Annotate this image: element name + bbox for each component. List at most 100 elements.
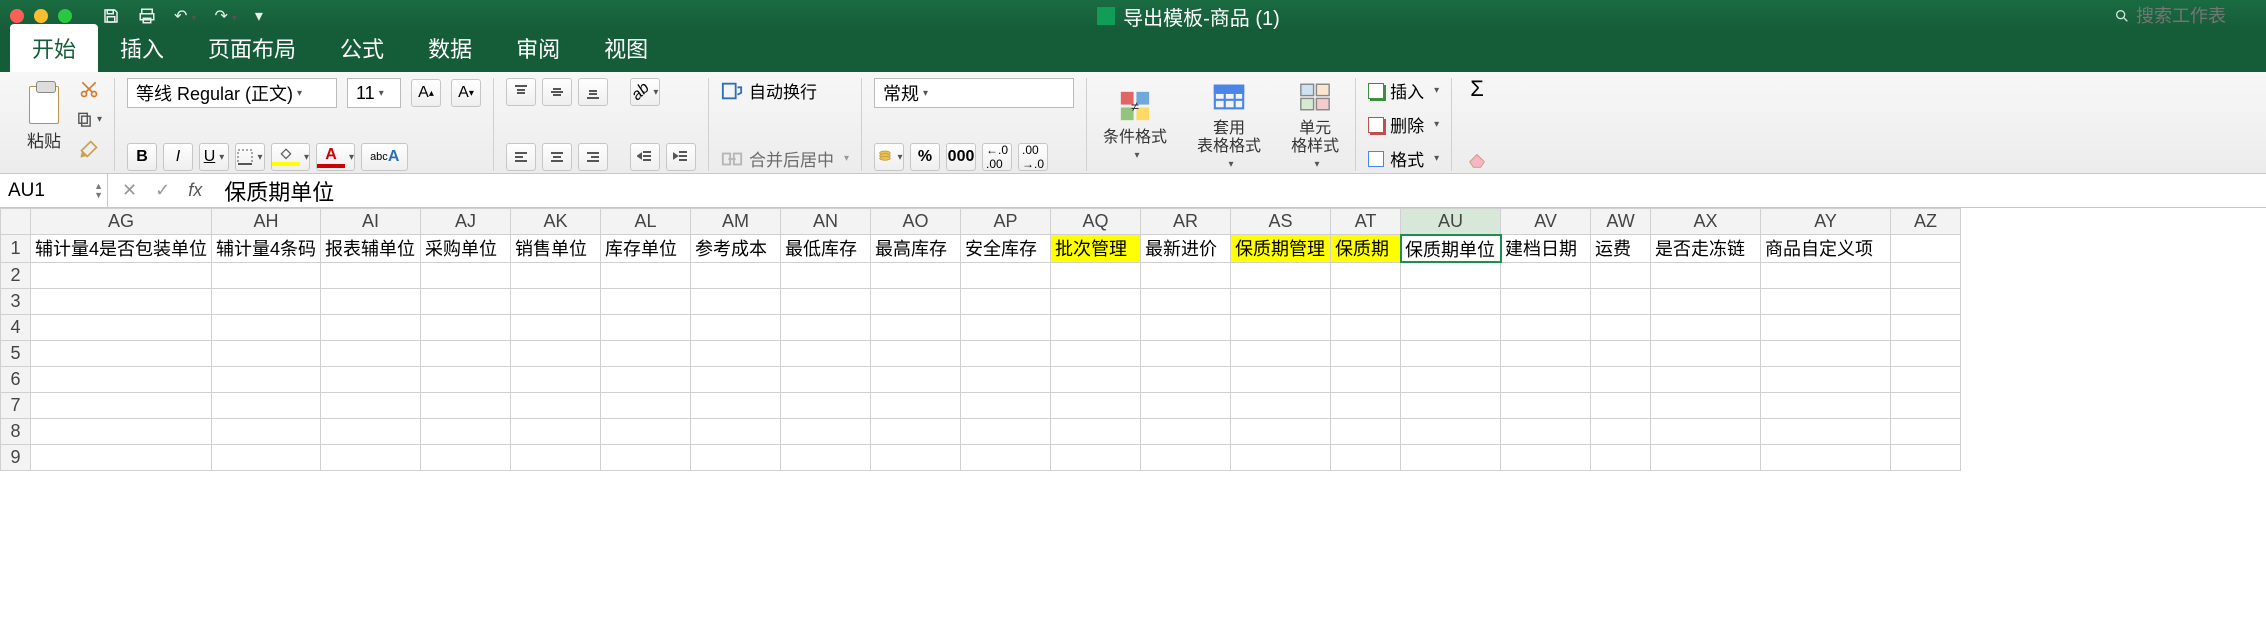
cell-AS1[interactable]: 保质期管理 [1231, 235, 1331, 263]
cell-AM3[interactable] [691, 288, 781, 314]
cell-AN3[interactable] [781, 288, 871, 314]
cell-AR8[interactable] [1141, 418, 1231, 444]
comma-button[interactable]: 000 [946, 143, 976, 171]
cell-AN9[interactable] [781, 444, 871, 470]
cell-AH9[interactable] [212, 444, 321, 470]
cell-AR5[interactable] [1141, 340, 1231, 366]
copy-button[interactable] [76, 108, 102, 130]
merge-center-button[interactable]: 合并后居中 [721, 146, 849, 171]
cell-AQ8[interactable] [1051, 418, 1141, 444]
cell-AV4[interactable] [1501, 314, 1591, 340]
col-header-AO[interactable]: AO [871, 209, 961, 235]
cell-AK1[interactable]: 销售单位 [511, 235, 601, 263]
cell-AY5[interactable] [1761, 340, 1891, 366]
cell-AO8[interactable] [871, 418, 961, 444]
number-format-select[interactable]: 常规 [874, 78, 1074, 108]
col-header-AR[interactable]: AR [1141, 209, 1231, 235]
percent-button[interactable]: % [910, 143, 940, 171]
ribbon-tab-2[interactable]: 页面布局 [186, 24, 318, 72]
minimize-window-button[interactable] [34, 9, 48, 23]
cell-AO5[interactable] [871, 340, 961, 366]
cell-AR6[interactable] [1141, 366, 1231, 392]
row-header-8[interactable]: 8 [1, 418, 31, 444]
cell-AL9[interactable] [601, 444, 691, 470]
cell-AJ2[interactable] [421, 262, 511, 288]
wrap-text-button[interactable]: 自动换行 [721, 78, 849, 103]
cell-AO6[interactable] [871, 366, 961, 392]
cell-AU8[interactable] [1401, 418, 1501, 444]
align-middle-button[interactable] [542, 78, 572, 106]
cell-AH6[interactable] [212, 366, 321, 392]
col-header-AP[interactable]: AP [961, 209, 1051, 235]
col-header-AY[interactable]: AY [1761, 209, 1891, 235]
cell-AU4[interactable] [1401, 314, 1501, 340]
cell-AI9[interactable] [321, 444, 421, 470]
cell-AX1[interactable]: 是否走冻链 [1651, 235, 1761, 263]
cell-AK3[interactable] [511, 288, 601, 314]
cell-AX7[interactable] [1651, 392, 1761, 418]
row-header-6[interactable]: 6 [1, 366, 31, 392]
cell-AY9[interactable] [1761, 444, 1891, 470]
spreadsheet-grid[interactable]: AGAHAIAJAKALAMANAOAPAQARASATAUAVAWAXAYAZ… [0, 208, 2266, 471]
cell-AH1[interactable]: 辅计量4条码 [212, 235, 321, 263]
cell-AP1[interactable]: 安全库存 [961, 235, 1051, 263]
cell-AJ8[interactable] [421, 418, 511, 444]
cell-AI7[interactable] [321, 392, 421, 418]
cell-AN6[interactable] [781, 366, 871, 392]
cell-AV7[interactable] [1501, 392, 1591, 418]
cell-AP3[interactable] [961, 288, 1051, 314]
font-color-button[interactable]: A [316, 143, 355, 171]
phonetic-button[interactable]: abcA [361, 143, 408, 171]
cell-AM7[interactable] [691, 392, 781, 418]
col-header-AH[interactable]: AH [212, 209, 321, 235]
cell-AL6[interactable] [601, 366, 691, 392]
search-input[interactable] [2136, 6, 2256, 27]
cell-AQ3[interactable] [1051, 288, 1141, 314]
cell-AN8[interactable] [781, 418, 871, 444]
cell-AY2[interactable] [1761, 262, 1891, 288]
cell-AJ4[interactable] [421, 314, 511, 340]
select-all-corner[interactable] [1, 209, 31, 235]
cell-AP2[interactable] [961, 262, 1051, 288]
cell-AM9[interactable] [691, 444, 781, 470]
orientation-button[interactable]: ab [630, 78, 660, 106]
cell-AV3[interactable] [1501, 288, 1591, 314]
cell-AL8[interactable] [601, 418, 691, 444]
cell-AU6[interactable] [1401, 366, 1501, 392]
cell-AG3[interactable] [31, 288, 212, 314]
row-header-5[interactable]: 5 [1, 340, 31, 366]
cell-AV6[interactable] [1501, 366, 1591, 392]
cell-AT2[interactable] [1331, 262, 1401, 288]
cell-AT4[interactable] [1331, 314, 1401, 340]
cell-AM6[interactable] [691, 366, 781, 392]
cell-AH5[interactable] [212, 340, 321, 366]
cell-AZ4[interactable] [1891, 314, 1961, 340]
align-top-button[interactable] [506, 78, 536, 106]
cell-AY1[interactable]: 商品自定义项 [1761, 235, 1891, 263]
cell-AZ7[interactable] [1891, 392, 1961, 418]
ribbon-tab-6[interactable]: 视图 [582, 24, 670, 72]
cell-AM5[interactable] [691, 340, 781, 366]
increase-indent-button[interactable] [666, 143, 696, 171]
cell-AX8[interactable] [1651, 418, 1761, 444]
cell-AP9[interactable] [961, 444, 1051, 470]
cell-AT9[interactable] [1331, 444, 1401, 470]
col-header-AV[interactable]: AV [1501, 209, 1591, 235]
cell-AG6[interactable] [31, 366, 212, 392]
insert-cells-button[interactable]: 插入 [1368, 78, 1439, 103]
cell-AN2[interactable] [781, 262, 871, 288]
cell-AZ6[interactable] [1891, 366, 1961, 392]
col-header-AW[interactable]: AW [1591, 209, 1651, 235]
redo-button[interactable]: ↷ [214, 6, 236, 26]
cell-AU9[interactable] [1401, 444, 1501, 470]
ribbon-tab-1[interactable]: 插入 [98, 24, 186, 72]
print-icon[interactable] [138, 7, 156, 25]
cell-AY4[interactable] [1761, 314, 1891, 340]
cell-AT7[interactable] [1331, 392, 1401, 418]
cell-AL1[interactable]: 库存单位 [601, 235, 691, 263]
cell-AH4[interactable] [212, 314, 321, 340]
font-name-select[interactable]: 等线 Regular (正文) [127, 78, 337, 108]
cell-AZ2[interactable] [1891, 262, 1961, 288]
cell-AT1[interactable]: 保质期 [1331, 235, 1401, 263]
cell-AQ9[interactable] [1051, 444, 1141, 470]
